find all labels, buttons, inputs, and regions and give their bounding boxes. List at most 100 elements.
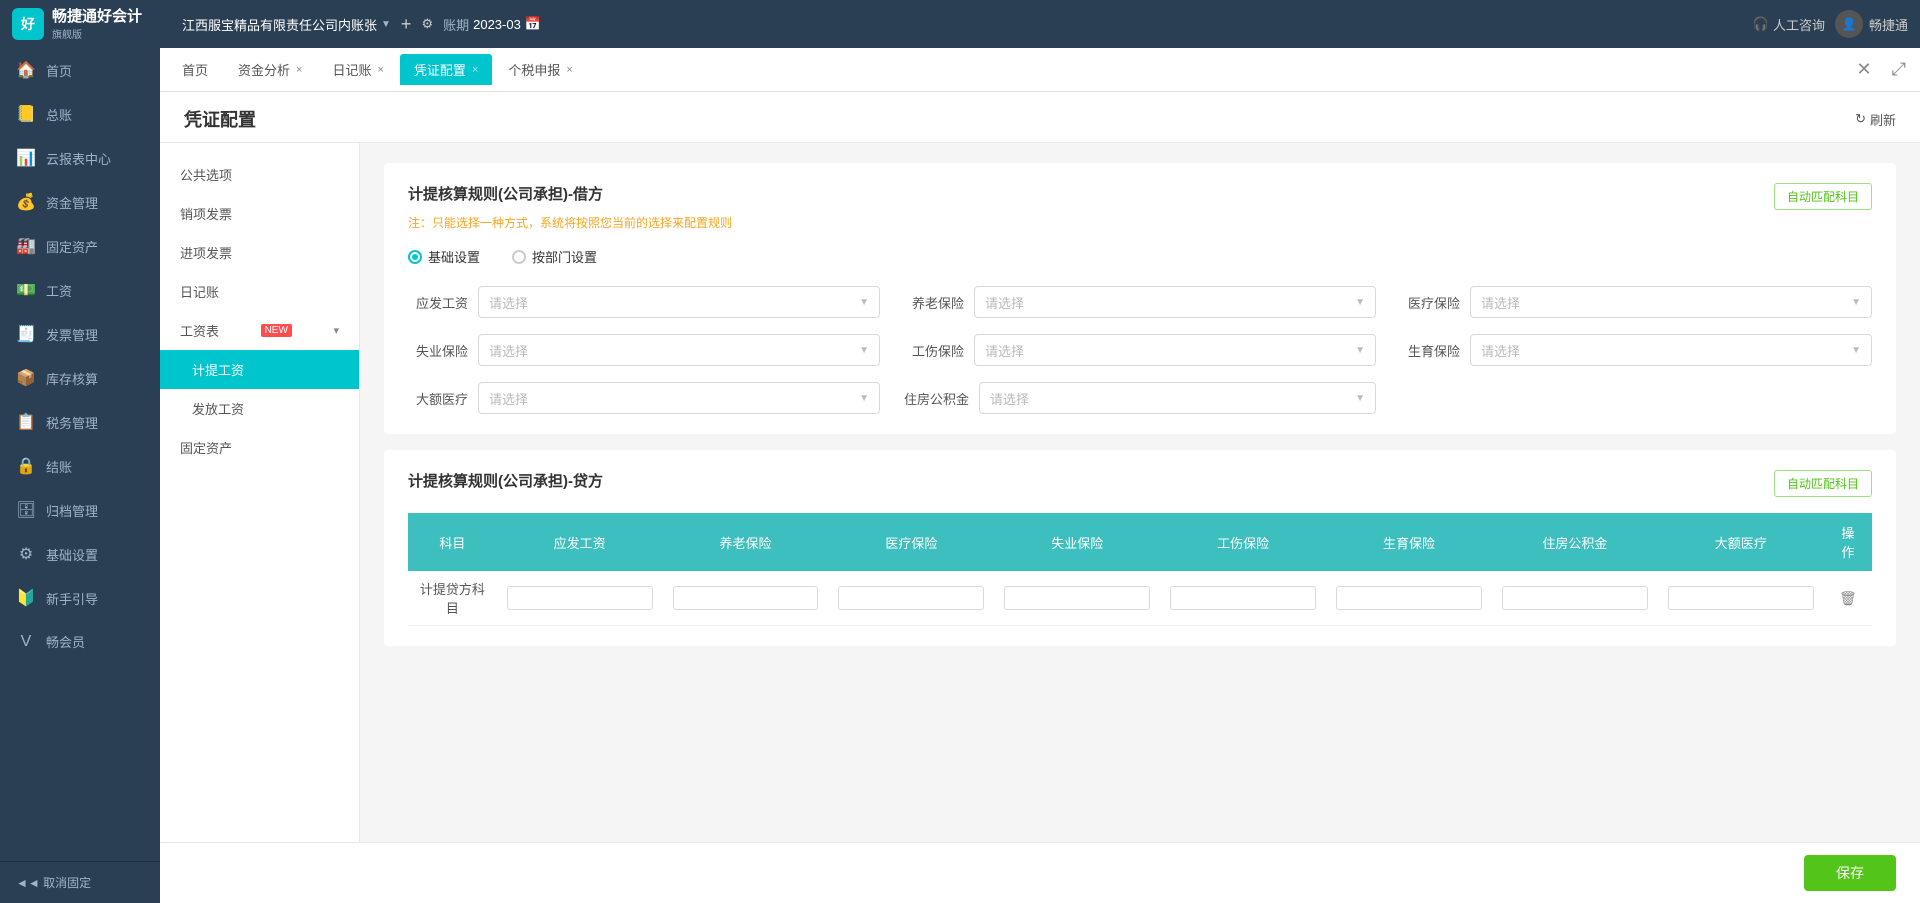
app-name: 畅捷通好会计 [52,8,142,26]
cancel-fixed-button[interactable]: ◄◄ 取消固定 [0,861,160,903]
row-unemployment [994,571,1160,626]
support-button[interactable]: 🎧 人工咨询 [1753,15,1825,34]
input-maternity[interactable] [1336,586,1482,610]
field-basic-wage-select[interactable]: 请选择 ▼ [478,286,880,318]
gear-icon[interactable]: ⚙ [421,16,433,32]
menu-item-purchase[interactable]: 进项发票 [160,233,359,272]
delete-row-icon[interactable]: 🗑 [1839,590,1857,606]
row-housing [1492,571,1658,626]
select-arrow-icon: ▼ [1851,345,1861,356]
tab-journal[interactable]: 日记账 × [318,54,397,85]
sidebar-item-ledger[interactable]: 📒 总账 [0,92,160,136]
page-area: 凭证配置 ↻ 刷新 公共选项 销项发票 进项发票 [160,92,1920,903]
tab-home-label: 首页 [182,60,208,79]
radio-dept[interactable]: 按部门设置 [512,247,597,266]
sidebar-item-vip[interactable]: V 畅会员 [0,620,160,663]
auto-match-debit-button[interactable]: 自动匹配科目 [1774,183,1872,210]
sidebar-item-reports[interactable]: 📊 云报表中心 [0,136,160,180]
save-button[interactable]: 保存 [1804,855,1896,891]
tab-tax-close[interactable]: × [566,64,572,76]
field-unemployment: 失业保险 请选择 ▼ [408,334,880,366]
radio-basic[interactable]: 基础设置 [408,247,480,266]
menu-item-fixed-assets[interactable]: 固定资产 [160,428,359,467]
menu-item-journal[interactable]: 日记账 [160,272,359,311]
tab-home[interactable]: 首页 [168,54,222,85]
tab-bar-end: ✕ ⤢ [1851,57,1913,82]
app-sub: 旗舰版 [52,26,142,41]
app-logo: 好 畅捷通好会计 旗舰版 [12,8,172,41]
right-content: 首页 资金分析 × 日记账 × 凭证配置 × 个税申报 × ✕ ⤢ [160,48,1920,903]
user-name: 畅捷通 [1869,15,1908,34]
credit-section-header: 计提核算规则(公司承担)-贷方 自动匹配科目 [408,470,1872,501]
refresh-button[interactable]: ↻ 刷新 [1855,110,1896,129]
menu-item-sales[interactable]: 销项发票 [160,194,359,233]
auto-match-credit-button[interactable]: 自动匹配科目 [1774,470,1872,497]
tab-fund-close[interactable]: × [296,64,302,76]
menu-item-public[interactable]: 公共选项 [160,155,359,194]
credit-title: 计提核算规则(公司承担)-贷方 [408,470,603,491]
sidebar-item-tax[interactable]: 📋 税务管理 [0,400,160,444]
field-maternity: 生育保险 请选择 ▼ [1400,334,1872,366]
menu-item-payroll[interactable]: 工资表 NEW ▾ [160,311,359,350]
company-name: 江西服宝精品有限责任公司内账张 [182,15,377,34]
sidebar-item-inventory[interactable]: 📦 库存核算 [0,356,160,400]
field-maternity-select[interactable]: 请选择 ▼ [1470,334,1872,366]
field-unemployment-select[interactable]: 请选择 ▼ [478,334,880,366]
invoice-icon: 🧾 [16,324,36,344]
input-unemployment[interactable] [1004,586,1150,610]
row-subject: 计提贷方科目 [408,571,497,626]
sidebar-item-close[interactable]: 🔒 结账 [0,444,160,488]
tab-voucher-close[interactable]: × [472,64,478,76]
payroll-chevron-icon: ▾ [333,324,339,337]
tab-fund-label: 资金分析 [238,60,290,79]
company-selector[interactable]: 江西服宝精品有限责任公司内账张 ▼ [182,15,391,34]
field-injury-select[interactable]: 请选择 ▼ [974,334,1376,366]
field-pension-select[interactable]: 请选择 ▼ [974,286,1376,318]
sidebar-item-label: 首页 [46,61,72,80]
tab-tax[interactable]: 个税申报 × [494,54,586,85]
sidebar-item-guide[interactable]: 🔰 新手引导 [0,576,160,620]
tab-fund[interactable]: 资金分析 × [224,54,316,85]
field-injury: 工伤保险 请选择 ▼ [904,334,1376,366]
col-subject: 科目 [408,513,497,571]
menu-item-pay-salary[interactable]: 发放工资 [160,389,359,428]
input-basic-wage[interactable] [507,586,653,610]
sidebar-item-settings[interactable]: ⚙ 基础设置 [0,532,160,576]
select-arrow-icon: ▼ [859,393,869,404]
field-basic-wage-label: 应发工资 [408,293,468,312]
sidebar-item-fund[interactable]: 💰 资金管理 [0,180,160,224]
tab-journal-close[interactable]: × [377,64,383,76]
col-maternity: 生育保险 [1326,513,1492,571]
input-large-medical[interactable] [1668,586,1814,610]
sidebar-item-label: 归档管理 [46,501,98,520]
period-selector[interactable]: 账期 2023-03 📅 [443,15,541,34]
sidebar-item-home[interactable]: 🏠 首页 [0,48,160,92]
calendar-icon[interactable]: 📅 [525,16,541,32]
main-content: 计提核算规则(公司承担)-借方 注：只能选择一种方式，系统将按照您当前的选择来配… [360,143,1920,842]
tab-expand-icon[interactable]: ⤢ [1886,57,1912,82]
select-arrow-icon: ▼ [1355,393,1365,404]
sidebar-item-invoice[interactable]: 🧾 发票管理 [0,312,160,356]
field-large-medical-select[interactable]: 请选择 ▼ [478,382,880,414]
menu-item-calc-salary[interactable]: 计提工资 [160,350,359,389]
sidebar-item-archive[interactable]: 🗄 归档管理 [0,488,160,532]
sidebar-item-assets[interactable]: 🏭 固定资产 [0,224,160,268]
input-pension[interactable] [673,586,819,610]
tab-voucher[interactable]: 凭证配置 × [400,54,492,85]
sidebar-item-label: 总账 [46,105,72,124]
tab-bar: 首页 资金分析 × 日记账 × 凭证配置 × 个税申报 × ✕ ⤢ [160,48,1920,92]
field-housing-fund-label: 住房公积金 [904,389,969,408]
tab-close-all-icon[interactable]: ✕ [1851,57,1878,82]
input-housing[interactable] [1502,586,1648,610]
sidebar-item-salary[interactable]: 💵 工资 [0,268,160,312]
ledger-icon: 📒 [16,104,36,124]
add-button[interactable]: + [401,14,412,35]
input-injury[interactable] [1170,586,1316,610]
fund-icon: 💰 [16,192,36,212]
field-housing-fund-select[interactable]: 请选择 ▼ [979,382,1376,414]
field-medical-select[interactable]: 请选择 ▼ [1470,286,1872,318]
input-medical[interactable] [838,586,984,610]
user-area[interactable]: 👤 畅捷通 [1835,10,1908,38]
salary-icon: 💵 [16,280,36,300]
period-value: 2023-03 [473,17,521,32]
